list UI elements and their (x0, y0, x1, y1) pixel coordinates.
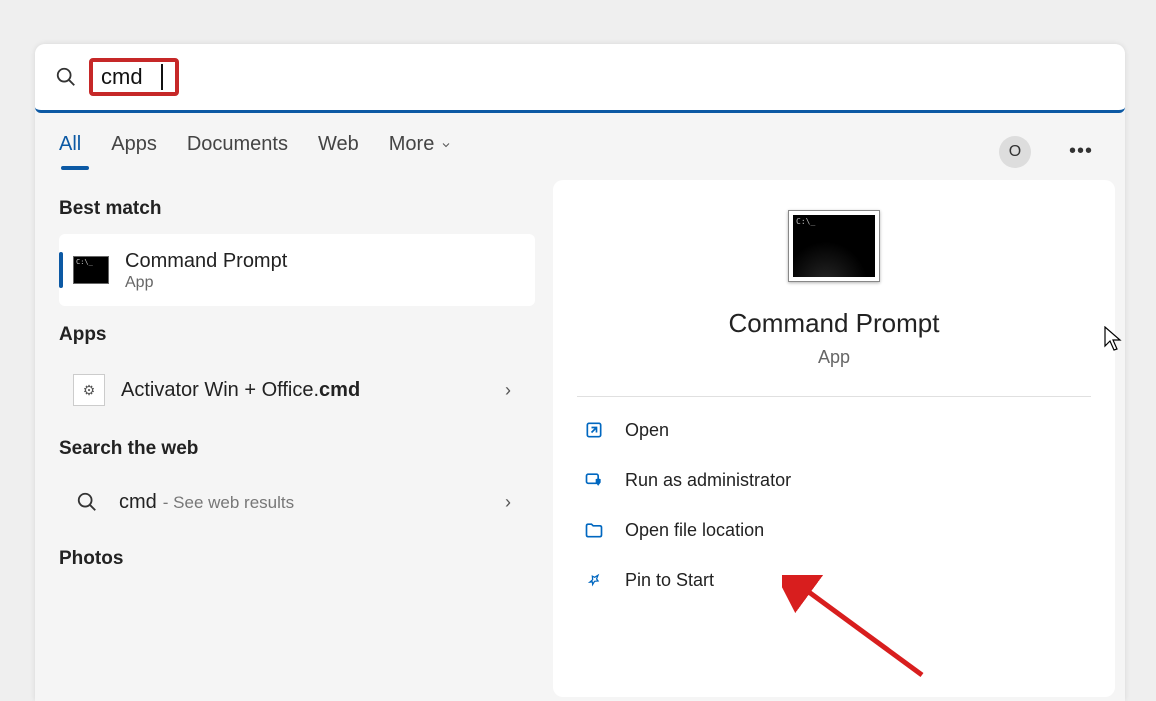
action-open[interactable]: Open (577, 405, 1091, 455)
start-search-panel: All Apps Documents Web More O ••• Best m… (35, 44, 1125, 701)
admin-shield-icon (583, 469, 605, 491)
user-avatar[interactable]: O (999, 136, 1031, 168)
tab-web[interactable]: Web (318, 133, 359, 170)
preview-subtitle: App (818, 347, 850, 368)
result-subtitle: App (125, 274, 521, 292)
open-icon (583, 419, 605, 441)
action-open-file-location[interactable]: Open file location (577, 505, 1091, 555)
tab-all[interactable]: All (59, 133, 81, 170)
command-prompt-icon (73, 256, 109, 284)
results-area: Best match Command Prompt App Apps ⚙ Act… (35, 170, 1125, 697)
section-photos: Photos (59, 530, 535, 584)
command-prompt-large-icon (788, 210, 880, 282)
action-run-as-admin[interactable]: Run as administrator (577, 455, 1091, 505)
pin-icon (583, 569, 605, 591)
action-label: Open file location (625, 520, 764, 541)
chevron-right-icon: › (495, 492, 521, 513)
search-icon (73, 488, 101, 516)
section-apps: Apps (59, 306, 535, 360)
result-title: cmd - See web results (119, 489, 495, 515)
results-list: Best match Command Prompt App Apps ⚙ Act… (45, 180, 535, 697)
chevron-right-icon: › (495, 380, 521, 401)
preview-title: Command Prompt (729, 308, 940, 339)
text-caret (161, 64, 163, 90)
result-command-prompt[interactable]: Command Prompt App (59, 234, 535, 306)
tab-apps[interactable]: Apps (111, 133, 157, 170)
gear-icon: ⚙ (73, 374, 105, 406)
search-input[interactable] (101, 64, 161, 90)
action-pin-to-start[interactable]: Pin to Start (577, 555, 1091, 605)
action-label: Open (625, 420, 669, 441)
filter-tabs: All Apps Documents Web More O ••• (35, 113, 1125, 170)
section-best-match: Best match (59, 180, 535, 234)
overflow-menu-icon[interactable]: ••• (1061, 140, 1101, 163)
folder-icon (583, 519, 605, 541)
search-icon (55, 66, 77, 88)
search-highlight-annotation (89, 58, 179, 96)
result-web-search[interactable]: cmd - See web results › (59, 474, 535, 530)
search-bar[interactable] (35, 44, 1125, 113)
result-activator[interactable]: ⚙ Activator Win + Office.cmd › (59, 360, 535, 420)
section-search-web: Search the web (59, 420, 535, 474)
result-title: Activator Win + Office.cmd (121, 377, 495, 403)
action-label: Pin to Start (625, 570, 714, 591)
result-title: Command Prompt (125, 248, 521, 274)
tab-more-label: More (389, 133, 435, 156)
tab-documents[interactable]: Documents (187, 133, 288, 170)
tab-more[interactable]: More (389, 133, 453, 170)
action-label: Run as administrator (625, 470, 791, 491)
divider (577, 396, 1091, 397)
chevron-down-icon (440, 139, 452, 151)
preview-pane: Command Prompt App Open Run as administr… (553, 180, 1115, 697)
